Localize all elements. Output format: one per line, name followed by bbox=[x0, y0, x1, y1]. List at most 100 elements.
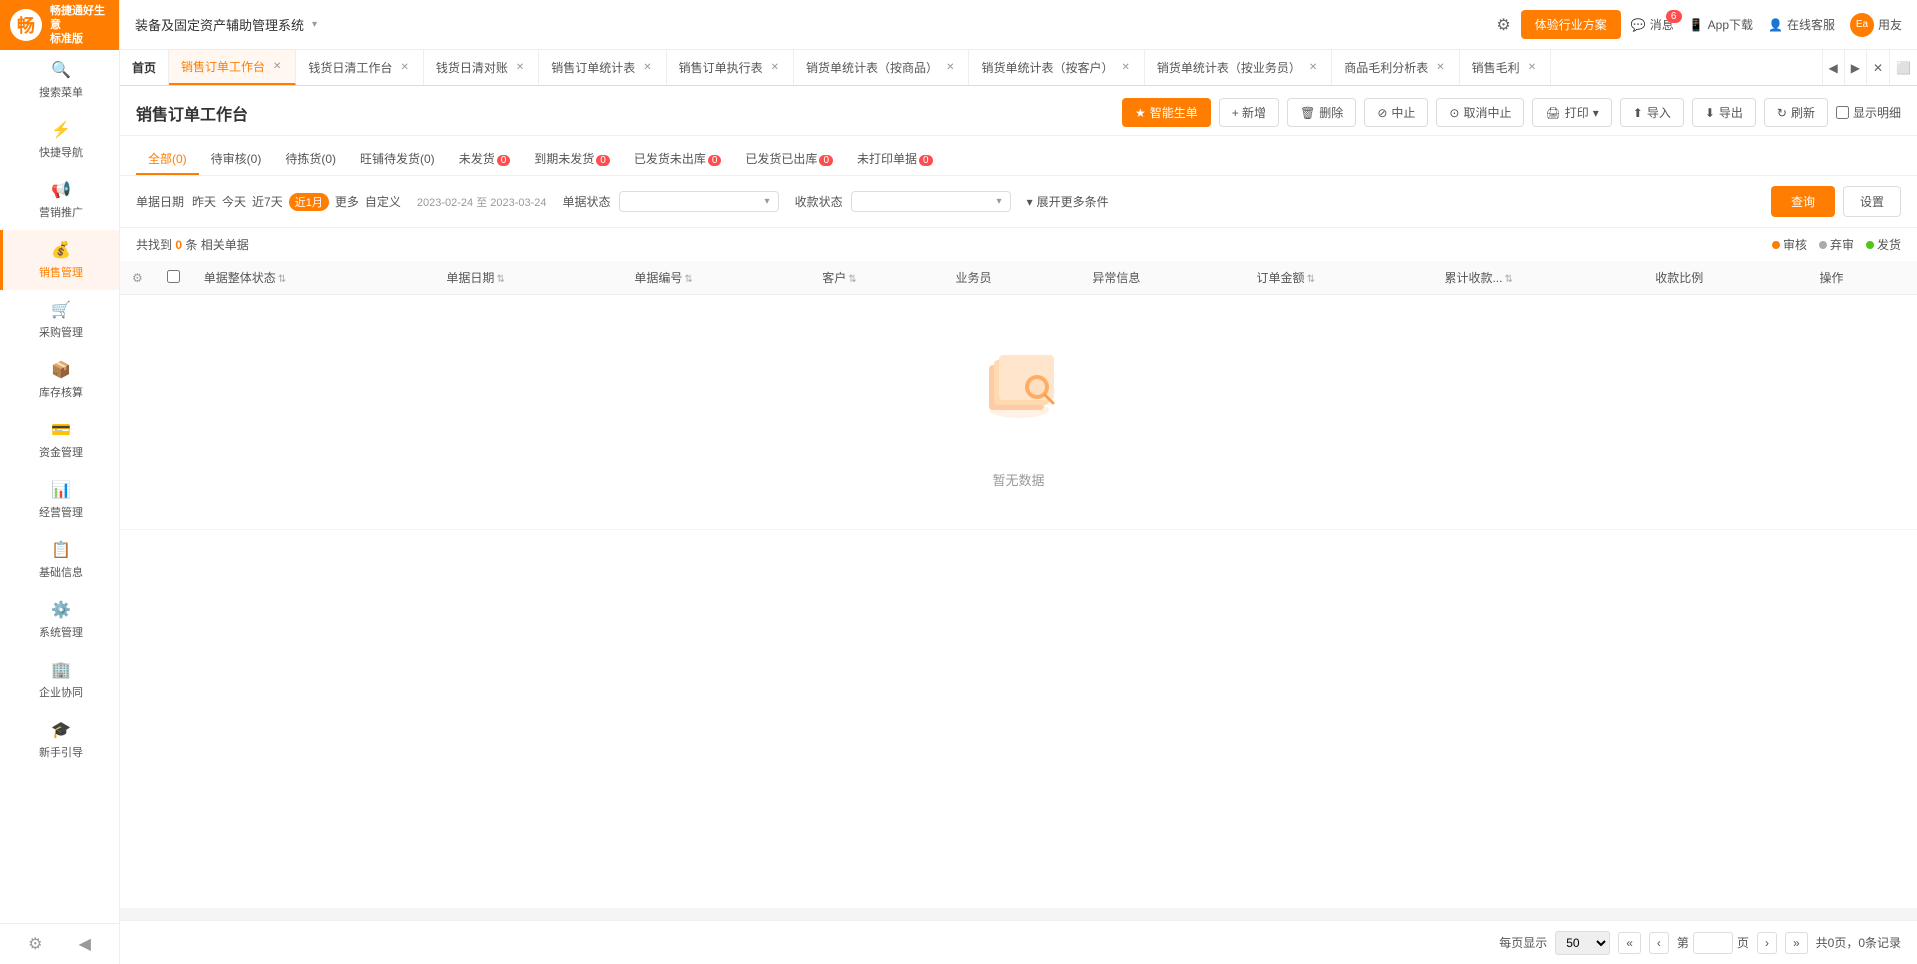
sidebar-item-finance[interactable]: 💳资金管理 bbox=[0, 410, 119, 470]
star-icon: ★ bbox=[1135, 106, 1146, 120]
subtab-not-printed[interactable]: 未打印单据0 bbox=[845, 144, 945, 175]
filter-order-status-select[interactable]: ▾ bbox=[619, 191, 779, 212]
print-btn[interactable]: 🖨 打印 ▾ bbox=[1532, 98, 1611, 127]
last-page-btn[interactable]: » bbox=[1785, 932, 1808, 954]
import-btn[interactable]: ⬆ 导入 bbox=[1620, 98, 1684, 127]
tab-sales-execute[interactable]: 销售订单执行表✕ bbox=[667, 50, 794, 85]
sidebar-item-system[interactable]: ⚙️系统管理 bbox=[0, 590, 119, 650]
date-opt-近7天[interactable]: 近7天 bbox=[252, 193, 283, 210]
sidebar-item-basic[interactable]: 📋基础信息 bbox=[0, 530, 119, 590]
show-detail-input[interactable] bbox=[1836, 106, 1849, 119]
industry-btn[interactable]: 体验行业方案 bbox=[1521, 10, 1621, 39]
tab-close-sales-summary-customer[interactable]: ✕ bbox=[1119, 61, 1131, 74]
subtab-all[interactable]: 全部(0) bbox=[136, 144, 199, 175]
subtab-shipped-out[interactable]: 已发货已出库0 bbox=[733, 144, 845, 175]
tab-scroll-right[interactable]: ▶ bbox=[1844, 50, 1866, 85]
tab-close-sales-workbench[interactable]: ✕ bbox=[271, 60, 283, 73]
collapse-icon[interactable]: ◀ bbox=[79, 934, 91, 954]
sidebar-item-enterprise[interactable]: 🏢企业协同 bbox=[0, 650, 119, 710]
sidebar-item-operation[interactable]: 📊经营管理 bbox=[0, 470, 119, 530]
col-checkbox[interactable] bbox=[155, 261, 192, 295]
col-amount[interactable]: 订单金额⇅ bbox=[1245, 261, 1433, 295]
prev-page-btn[interactable]: ‹ bbox=[1649, 932, 1669, 954]
tab-minimize[interactable]: ⬜ bbox=[1889, 50, 1917, 85]
export-btn[interactable]: ⬇ 导出 bbox=[1692, 98, 1756, 127]
add-btn[interactable]: + 新增 bbox=[1219, 98, 1279, 127]
tab-close-sales-execute[interactable]: ✕ bbox=[769, 61, 781, 74]
tab-gross-profit[interactable]: 商品毛利分析表 ✕ bbox=[1332, 50, 1459, 85]
col-number[interactable]: 单据编号⇅ bbox=[622, 261, 810, 295]
col-settings[interactable]: ⚙ bbox=[120, 261, 155, 295]
sidebar-item-marketing[interactable]: 📢营销推广 bbox=[0, 170, 119, 230]
sidebar-item-guide[interactable]: 🎓新手引导 bbox=[0, 710, 119, 770]
tab-sales-stats[interactable]: 销售订单统计表✕ bbox=[539, 50, 666, 85]
smart-gen-btn[interactable]: ★ 智能生单 bbox=[1122, 98, 1211, 127]
tab-cash-daily[interactable]: 钱货日清工作台✕ bbox=[296, 50, 423, 85]
subtab-overdue-ship[interactable]: 到期未发货0 bbox=[522, 144, 622, 175]
col-date[interactable]: 单据日期⇅ bbox=[434, 261, 622, 295]
date-opt-自定义[interactable]: 自定义 bbox=[365, 193, 401, 210]
subtab-wangpu-pending[interactable]: 旺铺待发货(0) bbox=[348, 144, 447, 175]
suspend-btn[interactable]: ⊘ 中止 bbox=[1364, 98, 1428, 127]
tab-label-gross-profit: 商品毛利分析表 bbox=[1344, 59, 1428, 76]
tab-close-cash-reconcile[interactable]: ✕ bbox=[514, 61, 526, 74]
topbar-settings-icon[interactable]: ⚙ bbox=[1496, 15, 1510, 35]
tab-close-sales-stats[interactable]: ✕ bbox=[641, 61, 653, 74]
sidebar-item-quick-nav[interactable]: ⚡快捷导航 bbox=[0, 110, 119, 170]
tab-sales-summary-staff[interactable]: 销货单统计表（按业务员）✕ bbox=[1145, 50, 1332, 85]
user-btn[interactable]: Ea 用友 bbox=[1850, 13, 1902, 37]
sidebar-item-sales[interactable]: 💰销售管理 bbox=[0, 230, 119, 290]
page-size-select[interactable]: 2050100 bbox=[1555, 931, 1610, 955]
tab-close-cash-daily[interactable]: ✕ bbox=[398, 61, 410, 74]
filter-expand-btn[interactable]: ▾ 展开更多条件 bbox=[1027, 193, 1109, 210]
col-status[interactable]: 单据整体状态⇅ bbox=[192, 261, 435, 295]
show-detail-checkbox[interactable]: 显示明细 bbox=[1836, 104, 1901, 121]
toolbar-btn-ship[interactable]: 发货 bbox=[1866, 236, 1901, 253]
delete-btn[interactable]: 🗑 删除 bbox=[1287, 98, 1356, 127]
cancel-suspend-btn[interactable]: ⊙ 取消中止 bbox=[1436, 98, 1524, 127]
sidebar-item-search[interactable]: 🔍搜索菜单 bbox=[0, 50, 119, 110]
tab-home[interactable]: 首页 bbox=[120, 50, 169, 85]
system-title-arrow[interactable]: ▾ bbox=[312, 19, 317, 30]
filter-payment-status-label: 收款状态 bbox=[795, 193, 843, 210]
tab-sales-summary-product[interactable]: 销货单统计表（按商品）✕ bbox=[794, 50, 969, 85]
subtab-not-shipped[interactable]: 未发货0 bbox=[447, 144, 523, 175]
online-service-btn[interactable]: 👤 在线客服 bbox=[1768, 16, 1835, 33]
filter-payment-status-select[interactable]: ▾ bbox=[851, 191, 1011, 212]
next-page-btn[interactable]: › bbox=[1757, 932, 1777, 954]
date-opt-近1月[interactable]: 近1月 bbox=[289, 193, 329, 211]
date-opt-昨天[interactable]: 昨天 bbox=[192, 193, 216, 210]
tab-close-sales-increase[interactable]: ✕ bbox=[1526, 61, 1538, 74]
subtab-pending-review[interactable]: 待审核(0) bbox=[199, 144, 274, 175]
col-label-date: 单据日期 bbox=[446, 271, 494, 285]
date-opt-今天[interactable]: 今天 bbox=[222, 193, 246, 210]
message-btn[interactable]: 💬 消息 6 bbox=[1631, 16, 1674, 33]
query-btn[interactable]: 查询 bbox=[1771, 186, 1835, 217]
subtab-pending-inspect[interactable]: 待拣货(0) bbox=[273, 144, 348, 175]
tab-sales-workbench[interactable]: 销售订单工作台✕ bbox=[169, 50, 296, 85]
col-customer[interactable]: 客户⇅ bbox=[810, 261, 943, 295]
toolbar-btn-revoke[interactable]: 弃审 bbox=[1819, 236, 1854, 253]
page-input[interactable]: 1 bbox=[1693, 932, 1733, 954]
horizontal-scrollbar[interactable] bbox=[120, 908, 1917, 920]
tab-close-sales-summary-product[interactable]: ✕ bbox=[944, 61, 956, 74]
date-opt-更多[interactable]: 更多 bbox=[335, 193, 359, 210]
select-all-checkbox[interactable] bbox=[167, 270, 180, 283]
tab-close-sales-summary-staff[interactable]: ✕ bbox=[1307, 61, 1319, 74]
tab-scroll-left[interactable]: ◀ bbox=[1822, 50, 1844, 85]
tab-close-current[interactable]: ✕ bbox=[1866, 50, 1889, 85]
tab-close-gross-profit[interactable]: ✕ bbox=[1434, 61, 1446, 74]
app-download-btn[interactable]: 📱 App下载 bbox=[1689, 16, 1753, 33]
tab-sales-summary-customer[interactable]: 销货单统计表（按客户）✕ bbox=[969, 50, 1144, 85]
refresh-btn[interactable]: ↻ 刷新 bbox=[1764, 98, 1828, 127]
tab-sales-increase[interactable]: 销售毛利✕ bbox=[1460, 50, 1551, 85]
sidebar-item-purchase[interactable]: 🛒采购管理 bbox=[0, 290, 119, 350]
col-collected[interactable]: 累计收款...⇅ bbox=[1432, 261, 1643, 295]
subtab-shipped-not-out[interactable]: 已发货未出库0 bbox=[622, 144, 734, 175]
settings-btn[interactable]: 设置 bbox=[1843, 186, 1901, 217]
tab-cash-reconcile[interactable]: 钱货日清对账✕ bbox=[424, 50, 539, 85]
first-page-btn[interactable]: « bbox=[1618, 932, 1641, 954]
toolbar-btn-review[interactable]: 审核 bbox=[1772, 236, 1807, 253]
sidebar-item-inventory[interactable]: 📦库存核算 bbox=[0, 350, 119, 410]
settings-bottom-icon[interactable]: ⚙ bbox=[28, 934, 42, 954]
